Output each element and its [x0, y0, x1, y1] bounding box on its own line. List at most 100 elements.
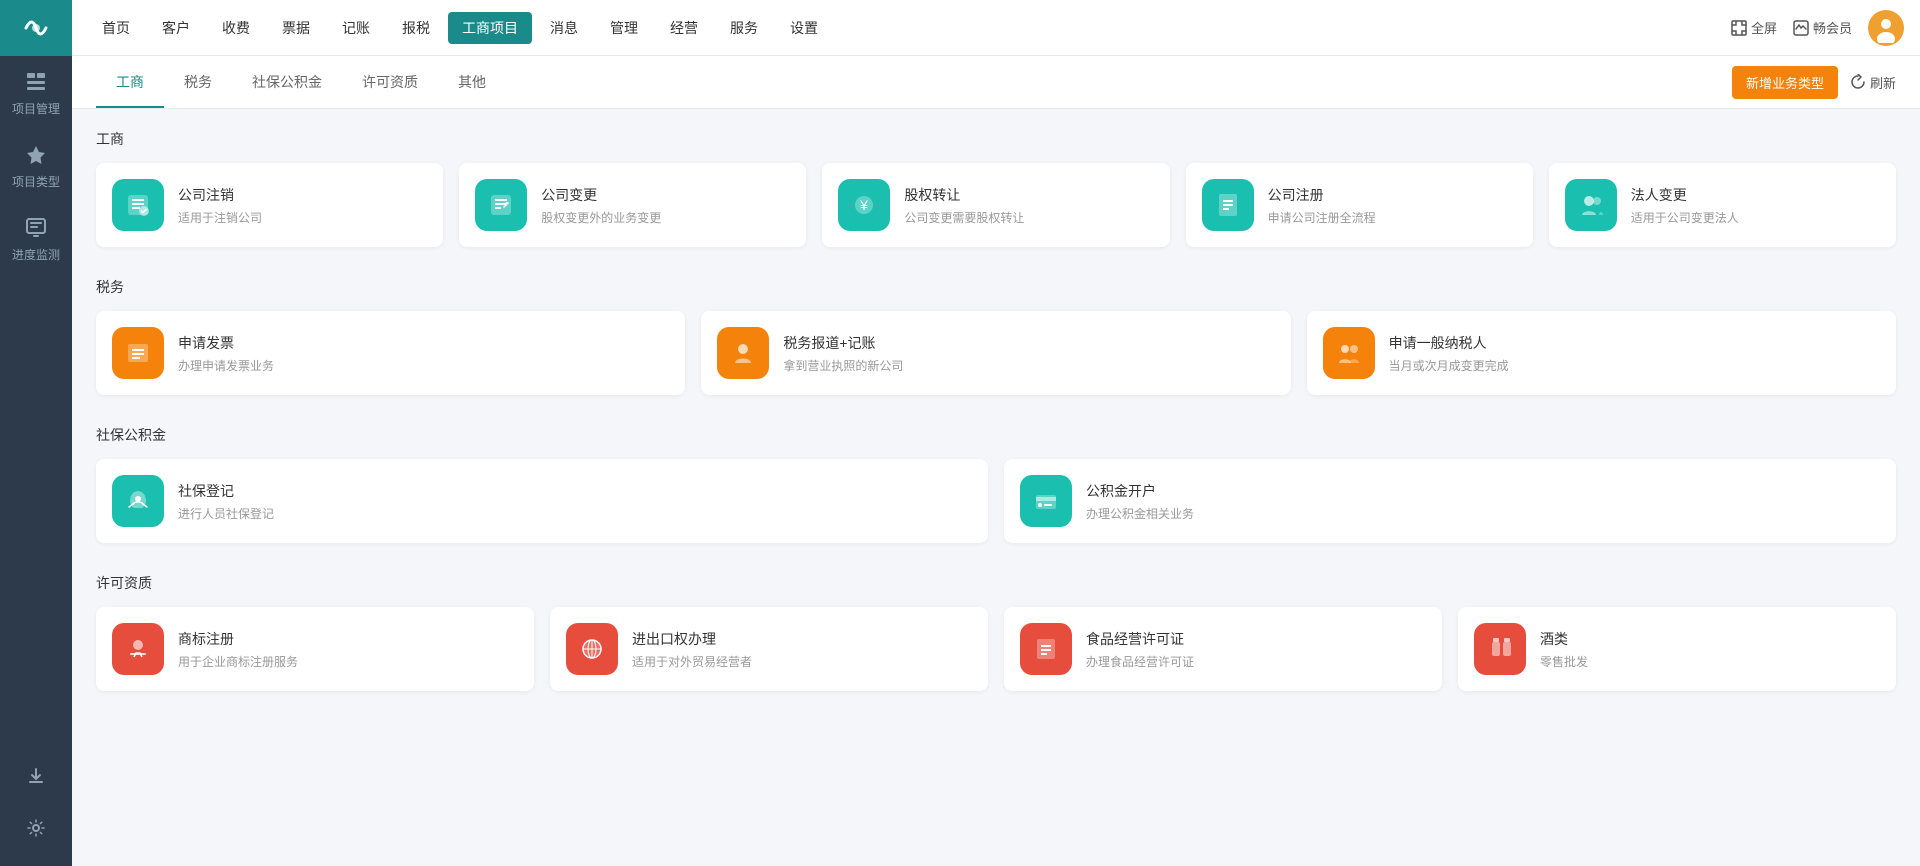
nav-item-management[interactable]: 管理 [596, 12, 652, 44]
card-social-register-icon [112, 475, 164, 527]
topnav-items: 首页 客户 收费 票据 记账 报税 工商项目 消息 管理 经营 服务 设置 [88, 12, 1731, 44]
card-apply-invoice[interactable]: 申请发票 办理申请发票业务 [96, 311, 685, 395]
nav-item-message[interactable]: 消息 [536, 12, 592, 44]
nav-item-home[interactable]: 首页 [88, 12, 144, 44]
sidebar-item-project-type[interactable]: 项目类型 [0, 129, 72, 202]
refresh-button[interactable]: 刷新 [1850, 73, 1896, 92]
avatar[interactable] [1868, 10, 1904, 46]
card-import-export[interactable]: 进出口权办理 适用于对外贸易经营者 [550, 607, 988, 691]
card-social-register-info: 社保登记 进行人员社保登记 [178, 481, 274, 522]
card-tax-report-info: 税务报道+记账 拿到营业执照的新公司 [783, 333, 903, 374]
card-food-license-info: 食品经营许可证 办理食品经营许可证 [1086, 629, 1194, 670]
sidebar-item-progress-monitor[interactable]: 进度监测 [0, 202, 72, 275]
card-apply-invoice-desc: 办理申请发票业务 [178, 357, 274, 374]
card-alcohol-title: 酒类 [1540, 629, 1588, 649]
nav-item-invoice[interactable]: 票据 [268, 12, 324, 44]
card-food-license-title: 食品经营许可证 [1086, 629, 1194, 649]
main-container: 首页 客户 收费 票据 记账 报税 工商项目 消息 管理 经营 服务 设置 全屏 [72, 0, 1920, 866]
vip-icon [1793, 20, 1809, 36]
card-equity-transfer[interactable]: ¥ 股权转让 公司变更需要股权转让 [822, 163, 1169, 247]
card-legal-change-desc: 适用于公司变更法人 [1631, 209, 1739, 226]
project-type-icon [22, 141, 50, 169]
card-legal-change-title: 法人变更 [1631, 185, 1739, 205]
nav-item-service[interactable]: 服务 [716, 12, 772, 44]
nav-item-tax[interactable]: 报税 [388, 12, 444, 44]
sidebar-item-project-mgmt[interactable]: 项目管理 [0, 56, 72, 129]
progress-monitor-icon [22, 214, 50, 242]
card-social-register[interactable]: 社保登记 进行人员社保登记 [96, 459, 988, 543]
card-import-export-desc: 适用于对外贸易经营者 [632, 653, 752, 670]
sidebar-item-download[interactable] [0, 754, 72, 798]
vip-label: 畅会员 [1813, 18, 1852, 37]
card-tax-report[interactable]: 税务报道+记账 拿到营业执照的新公司 [701, 311, 1290, 395]
sidebar-logo[interactable] [0, 0, 72, 56]
section-kezhizizhi: 许可资质 商标注册 用于企业商标注册服务 [96, 573, 1896, 691]
section-shuiwu-title: 税务 [96, 277, 1896, 297]
sidebar: 项目管理 项目类型 进度监测 [0, 0, 72, 866]
card-social-register-desc: 进行人员社保登记 [178, 505, 274, 522]
section-kezhizizhi-title: 许可资质 [96, 573, 1896, 593]
tab-shebaogongjijin[interactable]: 社保公积金 [232, 56, 342, 108]
avatar-image [1871, 13, 1901, 43]
nav-item-fee[interactable]: 收费 [208, 12, 264, 44]
card-food-license[interactable]: 食品经营许可证 办理食品经营许可证 [1004, 607, 1442, 691]
card-company-register-icon [1202, 179, 1254, 231]
card-equity-transfer-icon: ¥ [838, 179, 890, 231]
card-alcohol-desc: 零售批发 [1540, 653, 1588, 670]
topnav-right: 全屏 畅会员 [1731, 10, 1904, 46]
card-trademark-title: 商标注册 [178, 629, 298, 649]
card-general-taxpayer[interactable]: 申请一般纳税人 当月或次月成变更完成 [1307, 311, 1896, 395]
nav-item-client[interactable]: 客户 [148, 12, 204, 44]
cards-grid-gongshang: 公司注销 适用于注销公司 [96, 163, 1896, 247]
sidebar-item-nav-settings[interactable] [0, 806, 72, 850]
nav-item-settings[interactable]: 设置 [776, 12, 832, 44]
tab-qita[interactable]: 其他 [438, 56, 506, 108]
card-fund-open-icon [1020, 475, 1072, 527]
card-company-register[interactable]: 公司注册 申请公司注册全流程 [1186, 163, 1533, 247]
nav-item-bookkeeping[interactable]: 记账 [328, 12, 384, 44]
section-shebao-title: 社保公积金 [96, 425, 1896, 445]
card-apply-invoice-title: 申请发票 [178, 333, 274, 353]
card-alcohol[interactable]: 酒类 零售批发 [1458, 607, 1896, 691]
card-legal-change[interactable]: 法人变更 适用于公司变更法人 [1549, 163, 1896, 247]
card-trademark-icon [112, 623, 164, 675]
cards-grid-kezhizizhi: 商标注册 用于企业商标注册服务 [96, 607, 1896, 691]
add-type-button[interactable]: 新增业务类型 [1732, 66, 1838, 99]
vip-btn[interactable]: 畅会员 [1793, 18, 1852, 37]
tabs-bar: 工商 税务 社保公积金 许可资质 其他 新增业务类型 刷新 [72, 56, 1920, 109]
card-company-register-info: 公司注册 申请公司注册全流程 [1268, 185, 1376, 226]
card-fund-open-info: 公积金开户 办理公积金相关业务 [1086, 481, 1194, 522]
card-company-cancel-icon [112, 179, 164, 231]
section-gongshang-title: 工商 [96, 129, 1896, 149]
svg-text:¥: ¥ [859, 197, 868, 213]
nav-item-bizproject[interactable]: 工商项目 [448, 12, 532, 44]
card-equity-transfer-info: 股权转让 公司变更需要股权转让 [904, 185, 1024, 226]
section-shebao: 社保公积金 社保登记 进行人 [96, 425, 1896, 543]
project-mgmt-icon [22, 68, 50, 96]
card-company-change-title: 公司变更 [541, 185, 661, 205]
card-food-license-desc: 办理食品经营许可证 [1086, 653, 1194, 670]
card-company-change[interactable]: 公司变更 股权变更外的业务变更 [459, 163, 806, 247]
card-fund-open-desc: 办理公积金相关业务 [1086, 505, 1194, 522]
card-company-cancel[interactable]: 公司注销 适用于注销公司 [96, 163, 443, 247]
card-legal-change-icon [1565, 179, 1617, 231]
cards-grid-shuiwu: 申请发票 办理申请发票业务 税务报道+记账 [96, 311, 1896, 395]
card-fund-open[interactable]: 公积金开户 办理公积金相关业务 [1004, 459, 1896, 543]
fullscreen-btn[interactable]: 全屏 [1731, 18, 1777, 37]
tab-shuiwu[interactable]: 税务 [164, 56, 232, 108]
card-alcohol-info: 酒类 零售批发 [1540, 629, 1588, 670]
nav-item-operation[interactable]: 经营 [656, 12, 712, 44]
card-food-license-icon [1020, 623, 1072, 675]
card-trademark[interactable]: 商标注册 用于企业商标注册服务 [96, 607, 534, 691]
main-scroll[interactable]: 工商 公司注销 适用于注销公 [72, 109, 1920, 866]
cards-grid-shebao: 社保登记 进行人员社保登记 [96, 459, 1896, 543]
card-equity-transfer-desc: 公司变更需要股权转让 [904, 209, 1024, 226]
section-gongshang: 工商 公司注销 适用于注销公 [96, 129, 1896, 247]
card-company-cancel-title: 公司注销 [178, 185, 262, 205]
sidebar-item-project-mgmt-label: 项目管理 [12, 100, 60, 117]
tab-kezhizizhi[interactable]: 许可资质 [342, 56, 438, 108]
card-general-taxpayer-info: 申请一般纳税人 当月或次月成变更完成 [1389, 333, 1509, 374]
tab-gongshang[interactable]: 工商 [96, 56, 164, 108]
card-apply-invoice-icon [112, 327, 164, 379]
card-tax-report-icon [717, 327, 769, 379]
